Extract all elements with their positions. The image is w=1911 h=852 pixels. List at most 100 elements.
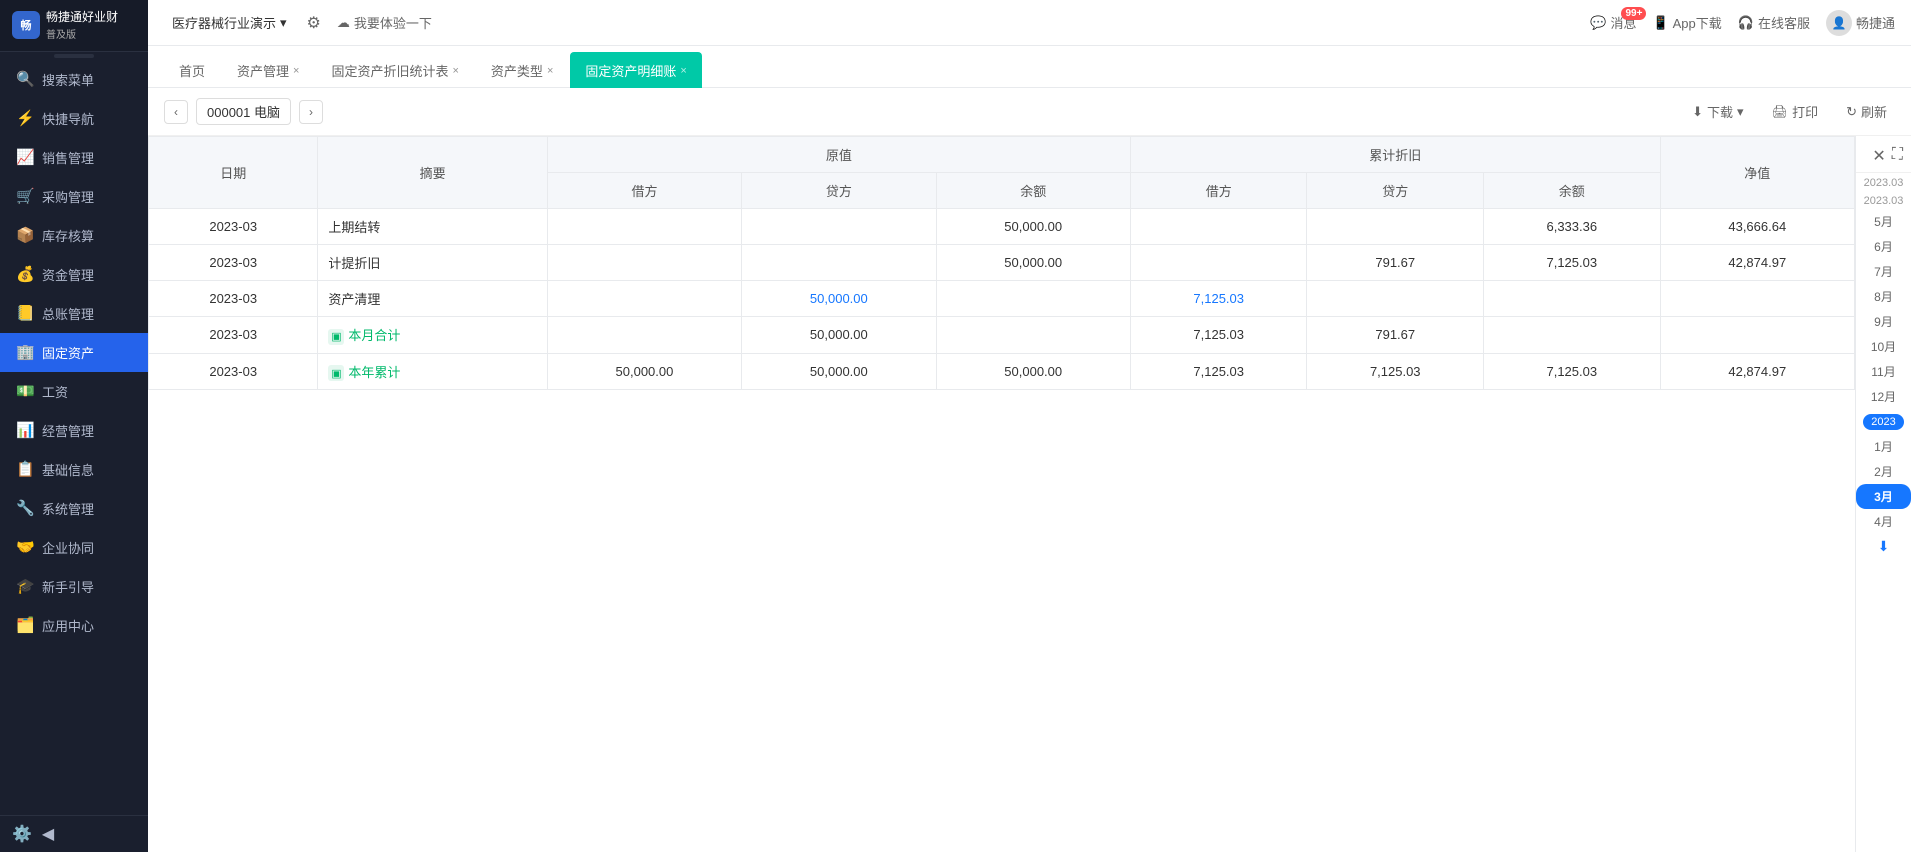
cell-acc-debit	[1130, 245, 1307, 281]
orig-debit: 借方	[547, 173, 741, 209]
timeline-year-label: 2023.03	[1856, 191, 1911, 209]
sidebar-item-ops[interactable]: 📊 经营管理	[0, 411, 148, 450]
prev-button[interactable]: ‹	[164, 100, 188, 124]
tab-asset-mgmt[interactable]: 资产管理 ×	[222, 52, 314, 88]
refresh-icon: ↻	[1846, 104, 1857, 120]
experience-button[interactable]: ☁ 我要体验一下	[329, 9, 440, 36]
sidebar-item-guide[interactable]: 🎓 新手引导	[0, 567, 148, 606]
refresh-button[interactable]: ↻ 刷新	[1838, 98, 1895, 125]
cell-orig-balance	[936, 317, 1130, 354]
cell-orig-credit: 50,000.00	[742, 353, 936, 390]
cell-acc-credit: 791.67	[1307, 317, 1484, 354]
cell-net-value: 43,666.64	[1660, 209, 1854, 245]
sidebar-item-purchase[interactable]: 🛒 采购管理	[0, 177, 148, 216]
tab-asset-type[interactable]: 资产类型 ×	[476, 52, 568, 88]
system-icon: 🔧	[16, 499, 34, 517]
collapse-icon[interactable]: ◀	[42, 824, 54, 844]
customer-service-button[interactable]: 🎧 在线客服	[1738, 13, 1810, 32]
sidebar-item-collab[interactable]: 🤝 企业协同	[0, 528, 148, 567]
cell-acc-credit	[1307, 281, 1484, 317]
cell-summary: 资产清理	[318, 281, 547, 317]
messages-button[interactable]: 💬 消息 99+	[1590, 13, 1636, 32]
cell-summary: ▣本月合计	[318, 317, 547, 354]
sidebar-item-label: 快捷导航	[42, 109, 94, 128]
expand-panel-icon[interactable]: ⛶	[1892, 146, 1903, 166]
timeline-month-9[interactable]: 9月	[1856, 309, 1911, 334]
company-name: 医疗器械行业演示	[172, 13, 276, 32]
tab-depreciation[interactable]: 固定资产折旧统计表 ×	[316, 52, 473, 88]
timeline-month-2[interactable]: 2月	[1856, 459, 1911, 484]
sidebar-item-general[interactable]: 📒 总账管理	[0, 294, 148, 333]
message-badge: 99+	[1621, 7, 1646, 20]
next-button[interactable]: ›	[299, 100, 323, 124]
sidebar-item-label: 固定资产	[42, 343, 94, 362]
sidebar-item-label: 新手引导	[42, 577, 94, 596]
settings-icon[interactable]: ⚙️	[12, 824, 32, 844]
acc-balance: 余额	[1484, 173, 1661, 209]
sidebar-item-fixed[interactable]: 🏢 固定资产	[0, 333, 148, 372]
sidebar-item-quicknav[interactable]: ⚡ 快捷导航	[0, 99, 148, 138]
tab-depreciation-close[interactable]: ×	[452, 65, 458, 77]
top-header: 医疗器械行业演示 ▾ ⚙ ☁ 我要体验一下 💬 消息 99+ 📱 App下载 🎧…	[148, 0, 1911, 46]
inventory-icon: 📦	[16, 226, 34, 244]
experience-label: 我要体验一下	[354, 13, 432, 32]
timeline-month-1[interactable]: 1月	[1856, 434, 1911, 459]
tab-asset-detail[interactable]: 固定资产明细账 ×	[570, 52, 701, 88]
basics-icon: 📋	[16, 460, 34, 478]
tab-asset-detail-close[interactable]: ×	[680, 65, 686, 77]
download-label: 下载	[1707, 102, 1733, 121]
sidebar-item-search[interactable]: 🔍 搜索菜单	[0, 60, 148, 99]
phone-icon: 📱	[1652, 15, 1668, 31]
timeline-month-7[interactable]: 7月	[1856, 259, 1911, 284]
timeline-month-12[interactable]: 12月	[1856, 384, 1911, 409]
tab-asset-type-close[interactable]: ×	[547, 65, 553, 77]
timeline-panel: ✕ ⛶ 2023.03 2023.03 5月 6月 7月 8月 9月 10月 1…	[1855, 136, 1911, 852]
sidebar-item-wages[interactable]: 💵 工资	[0, 372, 148, 411]
timeline-month-4[interactable]: 4月	[1856, 509, 1911, 534]
sidebar-item-apps[interactable]: 🗂️ 应用中心	[0, 606, 148, 645]
refresh-label: 刷新	[1861, 102, 1887, 121]
search-icon: 🔍	[16, 70, 34, 88]
sidebar-item-sales[interactable]: 📈 销售管理	[0, 138, 148, 177]
timeline-month-5[interactable]: 5月	[1856, 209, 1911, 234]
cell-acc-credit: 7,125.03	[1307, 353, 1484, 390]
tab-home[interactable]: 首页	[164, 52, 220, 88]
tab-asset-mgmt-close[interactable]: ×	[293, 65, 299, 77]
col-acc-depr: 累计折旧	[1130, 137, 1660, 173]
orig-credit: 贷方	[742, 173, 936, 209]
company-selector[interactable]: 医疗器械行业演示 ▾	[164, 9, 295, 36]
sidebar-item-funds[interactable]: 💰 资金管理	[0, 255, 148, 294]
user-button[interactable]: 👤 畅捷通	[1826, 10, 1895, 36]
cell-orig-balance	[936, 281, 1130, 317]
col-net-value: 净值	[1660, 137, 1854, 209]
avatar: 👤	[1826, 10, 1852, 36]
cloud-icon: ☁	[337, 15, 350, 31]
timeline-down-icon[interactable]: ⬇	[1874, 534, 1894, 559]
wages-icon: 💵	[16, 382, 34, 400]
cell-orig-debit	[547, 209, 741, 245]
app-download-button[interactable]: 📱 App下载	[1652, 13, 1721, 32]
sidebar-nav: 🔍 搜索菜单 ⚡ 快捷导航 📈 销售管理 🛒 采购管理 📦 库存核算 💰 资金管…	[0, 60, 148, 815]
print-button[interactable]: 🖨 打印	[1764, 98, 1827, 125]
sidebar-item-inventory[interactable]: 📦 库存核算	[0, 216, 148, 255]
cell-orig-balance: 50,000.00	[936, 245, 1130, 281]
user-label: 畅捷通	[1856, 13, 1895, 32]
download-button[interactable]: ⬇ 下载 ▾	[1684, 98, 1751, 125]
cell-acc-debit: 7,125.03	[1130, 281, 1307, 317]
timeline-month-6[interactable]: 6月	[1856, 234, 1911, 259]
timeline-month-10[interactable]: 10月	[1856, 334, 1911, 359]
sidebar-item-system[interactable]: 🔧 系统管理	[0, 489, 148, 528]
cell-summary: ▣本年累计	[318, 353, 547, 390]
timeline-month-8[interactable]: 8月	[1856, 284, 1911, 309]
cell-orig-credit: 50,000.00	[742, 317, 936, 354]
timeline-month-3[interactable]: 3月	[1856, 484, 1911, 509]
close-panel-icon[interactable]: ✕	[1872, 146, 1885, 166]
sidebar-item-label: 采购管理	[42, 187, 94, 206]
company-settings-icon[interactable]: ⚙	[307, 13, 321, 33]
sidebar-item-basics[interactable]: 📋 基础信息	[0, 450, 148, 489]
cell-orig-debit	[547, 245, 741, 281]
timeline-month-11[interactable]: 11月	[1856, 359, 1911, 384]
message-icon: 💬	[1590, 15, 1606, 31]
year-2023-badge[interactable]: 2023	[1863, 414, 1903, 430]
headset-icon: 🎧	[1738, 15, 1754, 31]
